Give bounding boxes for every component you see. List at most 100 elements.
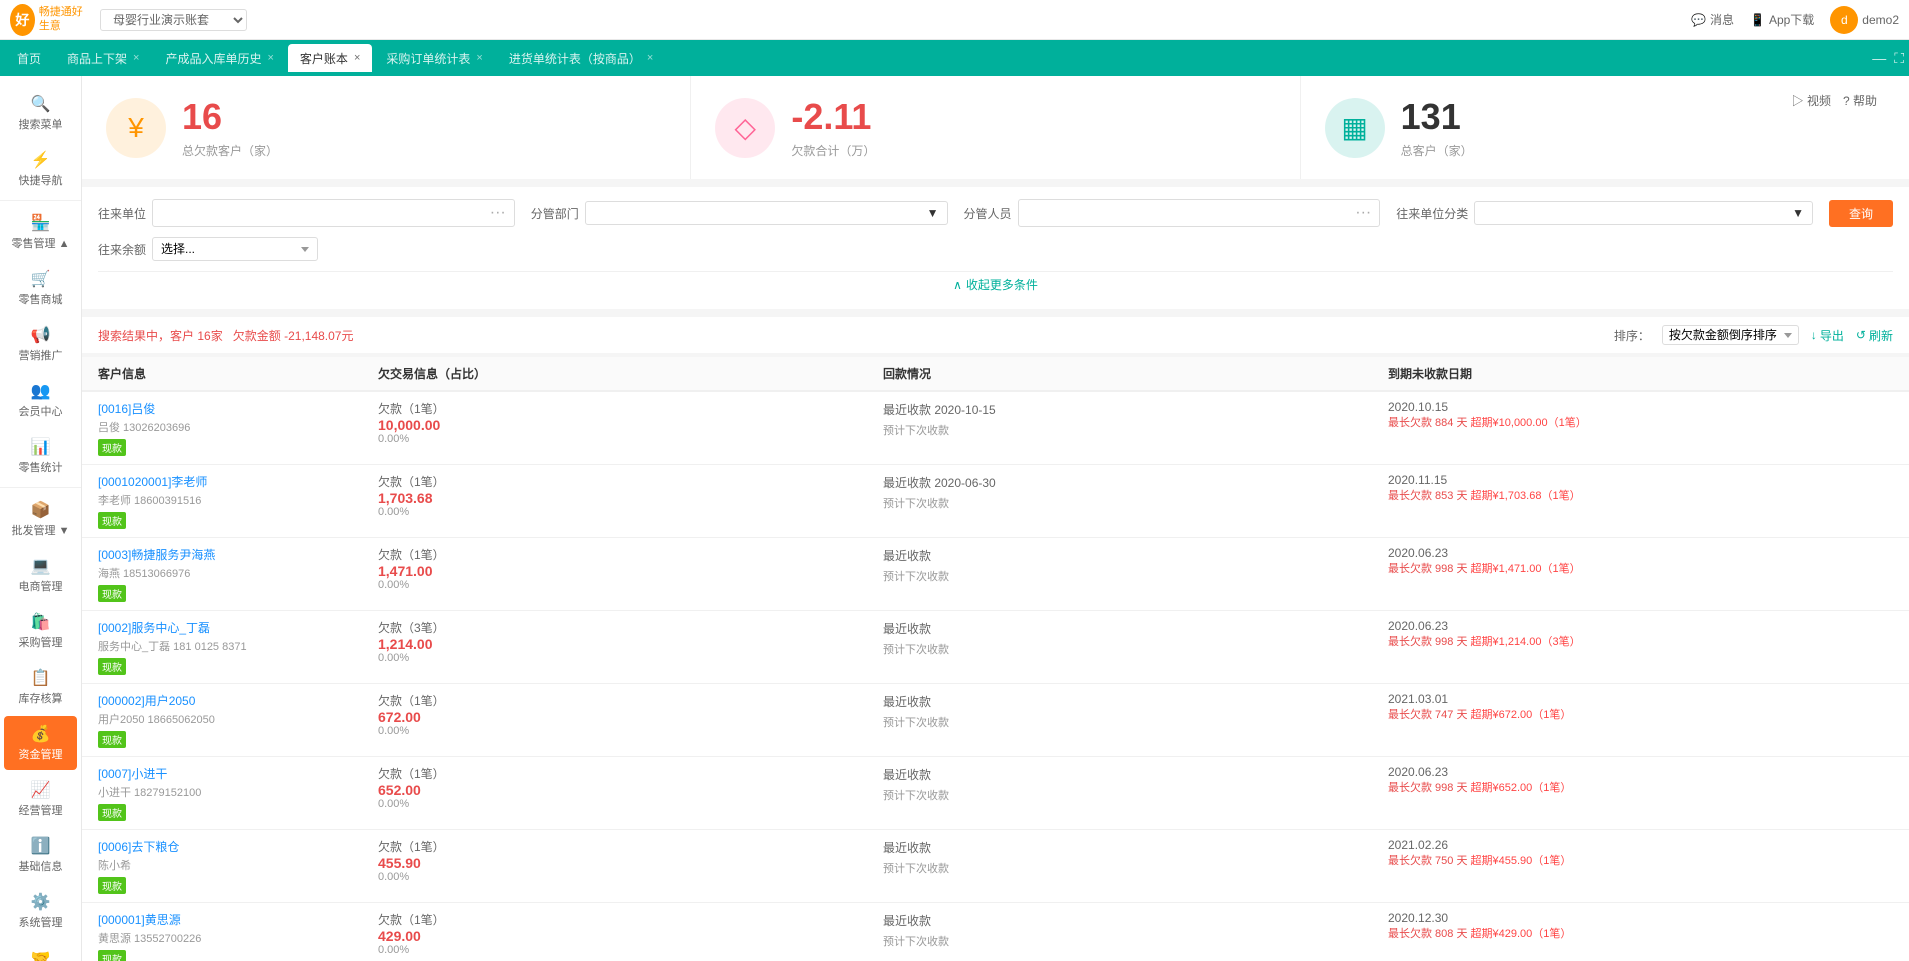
tab-account[interactable]: 客户账本 × — [288, 44, 372, 72]
sidebar-item-retail-stats[interactable]: 📊 零售统计 — [4, 429, 77, 483]
overdue-days-1: 最长欠款 853 天 超期¥1,703.68（1笔） — [1388, 487, 1893, 503]
filter-from-unit-input[interactable]: ··· — [152, 199, 515, 227]
help-button[interactable]: ? 帮助 — [1843, 92, 1877, 109]
filter-unit-category-input[interactable]: ▼ — [1474, 201, 1813, 225]
tab-inventory-close[interactable]: × — [267, 52, 273, 64]
due-date-col-6: 2021.02.26 最长欠款 750 天 超期¥455.90（1笔） — [1388, 838, 1893, 868]
filter-from-unit-dots[interactable]: ··· — [490, 204, 506, 222]
debt-ratio-7: 0.00% — [378, 944, 883, 956]
debt-amount-3[interactable]: 1,214.00 — [378, 636, 883, 652]
debt-amount-5[interactable]: 652.00 — [378, 782, 883, 798]
quick-nav-icon: ⚡ — [31, 150, 51, 170]
sidebar-item-system[interactable]: ⚙️ 系统管理 — [4, 884, 77, 938]
debt-amount-7[interactable]: 429.00 — [378, 928, 883, 944]
stat-card-total-customers: ▦ 131 总客户（家） ▷ 视频 ? 帮助 — [1301, 76, 1909, 179]
tab-maximize-button[interactable]: ⛶ — [1894, 50, 1904, 67]
overdue-amount-link-4[interactable]: 超期¥672.00（1笔） — [1471, 709, 1572, 721]
overdue-amount-link-5[interactable]: 超期¥652.00（1笔） — [1471, 782, 1572, 794]
tab-home[interactable]: 首页 — [5, 44, 53, 72]
customer-name-7[interactable]: [000001]黄思源 — [98, 911, 378, 928]
top-right: 💬 消息 📱 App下载 d demo2 — [1691, 6, 1899, 34]
sidebar-item-quick-nav[interactable]: ⚡ 快捷导航 — [4, 142, 77, 196]
export-button[interactable]: ↓ 导出 — [1811, 327, 1844, 344]
debt-amount-1[interactable]: 1,703.68 — [378, 490, 883, 506]
debt-amount-4[interactable]: 672.00 — [378, 709, 883, 725]
message-button[interactable]: 💬 消息 — [1691, 11, 1734, 28]
tab-products[interactable]: 商品上下架 × — [55, 44, 151, 72]
filter-manager-dots[interactable]: ··· — [1355, 204, 1371, 222]
last-collection-5: 最近收款 — [883, 765, 1388, 787]
query-button[interactable]: 查询 — [1829, 200, 1893, 227]
debt-count-4: 欠款（1笔） — [378, 692, 883, 709]
tab-purchase-close[interactable]: × — [476, 52, 482, 64]
overdue-amount-link-0[interactable]: 超期¥10,000.00（1笔） — [1471, 417, 1587, 429]
stat-value-debt: -2.11 — [791, 96, 875, 138]
video-button[interactable]: ▷ 视频 — [1792, 92, 1831, 109]
sidebar-item-finance[interactable]: 💰 资金管理 — [4, 716, 77, 770]
customer-phone-3: 服务中心_丁磊 181 0125 8371 — [98, 638, 378, 654]
inventory-icon: 📋 — [31, 668, 51, 688]
tab-products-close[interactable]: × — [133, 52, 139, 64]
overdue-amount-link-2[interactable]: 超期¥1,471.00（1笔） — [1471, 563, 1581, 575]
divider-2 — [0, 487, 81, 488]
user-avatar-button[interactable]: d demo2 — [1830, 6, 1899, 34]
search-icon: 🔍 — [31, 94, 51, 114]
sidebar-item-collab[interactable]: 🤝 企业协同 — [4, 940, 77, 961]
customer-name-3[interactable]: [0002]服务中心_丁磊 — [98, 619, 378, 636]
tab-account-close[interactable]: × — [354, 52, 360, 64]
retail-mgmt-icon: 🏪 — [31, 213, 51, 233]
sidebar-item-purchase[interactable]: 🛍️ 采购管理 — [4, 604, 77, 658]
sort-select[interactable]: 按欠款金额倒序排序 — [1662, 325, 1799, 345]
due-date-3: 2020.06.23 — [1388, 619, 1893, 633]
debt-ratio-5: 0.00% — [378, 798, 883, 810]
tab-goods-stats-close[interactable]: × — [647, 52, 653, 64]
sidebar-item-retail-mgmt[interactable]: 🏪 零售管理 ▲ — [4, 205, 77, 259]
due-date-col-7: 2020.12.30 最长欠款 808 天 超期¥429.00（1笔） — [1388, 911, 1893, 941]
debt-info-4: 欠款（1笔） 672.00 0.00% — [378, 692, 883, 737]
sidebar-item-wholesale[interactable]: 📦 批发管理 ▼ — [4, 492, 77, 546]
sidebar-item-search[interactable]: 🔍 搜索菜单 — [4, 86, 77, 140]
tab-minimize-button[interactable]: — — [1872, 50, 1886, 67]
tab-purchase[interactable]: 采购订单统计表 × — [374, 44, 494, 72]
due-date-col-4: 2021.03.01 最长欠款 747 天 超期¥672.00（1笔） — [1388, 692, 1893, 722]
customer-name-4[interactable]: [000002]用户2050 — [98, 692, 378, 709]
stat-info-customers: 16 总欠款客户（家） — [182, 96, 278, 159]
overdue-amount-link-6[interactable]: 超期¥455.90（1笔） — [1471, 855, 1572, 867]
refresh-icon: ↺ — [1856, 328, 1866, 342]
due-date-7: 2020.12.30 — [1388, 911, 1893, 925]
sidebar-item-inventory[interactable]: 📋 库存核算 — [4, 660, 77, 714]
filter-unit-category-arrow: ▼ — [1792, 206, 1804, 220]
customer-info-6: [0006]去下粮仓 陈小希 现款 — [98, 838, 378, 894]
tab-goods-stats[interactable]: 进货单统计表（按商品） × — [497, 44, 665, 72]
filter-collapse-button[interactable]: ∧ 收起更多条件 — [98, 271, 1893, 297]
customer-name-5[interactable]: [0007]小进干 — [98, 765, 378, 782]
sidebar-item-ecommerce[interactable]: 💻 电商管理 — [4, 548, 77, 602]
overdue-amount-link-7[interactable]: 超期¥429.00（1笔） — [1471, 928, 1572, 940]
debt-amount-2[interactable]: 1,471.00 — [378, 563, 883, 579]
filter-balance-select[interactable]: 选择... — [152, 237, 318, 261]
sidebar-item-member[interactable]: 👥 会员中心 — [4, 373, 77, 427]
filter-row-2: 往来余额 选择... — [98, 237, 1893, 261]
overdue-amount-link-3[interactable]: 超期¥1,214.00（3笔） — [1471, 636, 1581, 648]
sidebar-item-business[interactable]: 📈 经营管理 — [4, 772, 77, 826]
sidebar-item-retail-mall[interactable]: 🛒 零售商城 — [4, 261, 77, 315]
customer-name-6[interactable]: [0006]去下粮仓 — [98, 838, 378, 855]
customer-name-0[interactable]: [0016]吕俊 — [98, 400, 378, 417]
filter-manager-input[interactable]: ··· — [1018, 199, 1381, 227]
tab-inventory[interactable]: 产成品入库单历史 × — [153, 44, 285, 72]
filter-department-input[interactable]: ▼ — [585, 201, 948, 225]
overdue-amount-link-1[interactable]: 超期¥1,703.68（1笔） — [1471, 490, 1581, 502]
refresh-button[interactable]: ↺ 刷新 — [1856, 327, 1893, 344]
sidebar-item-basic-info[interactable]: ℹ️ 基础信息 — [4, 828, 77, 882]
customer-name-1[interactable]: [0001020001]李老师 — [98, 473, 378, 490]
debt-amount-6[interactable]: 455.90 — [378, 855, 883, 871]
overdue-days-6: 最长欠款 750 天 超期¥455.90（1笔） — [1388, 852, 1893, 868]
app-download-button[interactable]: 📱 App下载 — [1750, 11, 1814, 28]
industry-select[interactable]: 母婴行业演示账套 — [100, 9, 247, 31]
due-date-0: 2020.10.15 — [1388, 400, 1893, 414]
debt-amount-0[interactable]: 10,000.00 — [378, 417, 883, 433]
sidebar-item-marketing[interactable]: 📢 营销推广 — [4, 317, 77, 371]
top-bar: 好 畅捷通好生意 母婴行业演示账套 💬 消息 📱 App下载 d demo2 — [0, 0, 1909, 40]
debt-ratio-4: 0.00% — [378, 725, 883, 737]
customer-name-2[interactable]: [0003]畅捷服务尹海燕 — [98, 546, 378, 563]
